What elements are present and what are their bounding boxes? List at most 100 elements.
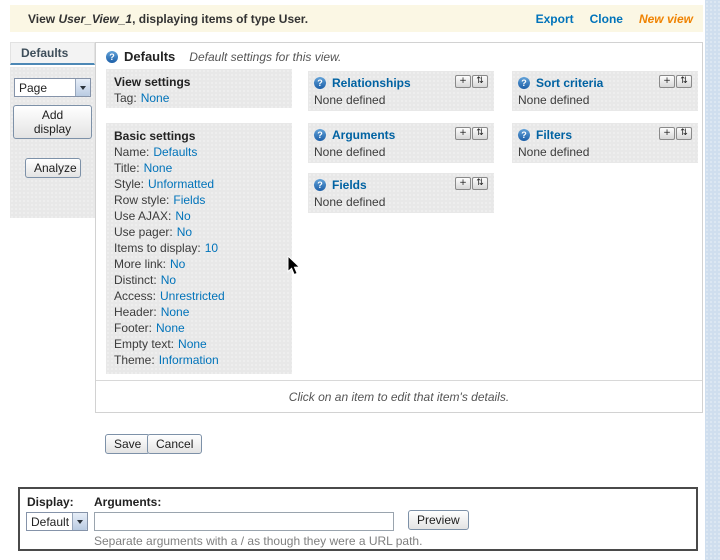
setting-value-link[interactable]: None	[141, 91, 170, 105]
setting-label: Access:	[114, 289, 157, 303]
analyze-button[interactable]: Analyze	[25, 158, 81, 178]
box-actions: + ⇅	[455, 177, 488, 190]
setting-value-link[interactable]: No	[177, 225, 192, 239]
setting-value-link[interactable]: Information	[159, 353, 219, 367]
add-sort-button[interactable]: +	[659, 75, 675, 88]
setting-value-link[interactable]: No	[161, 273, 176, 287]
rearrange-filters-button[interactable]: ⇅	[676, 127, 692, 140]
sort-criteria-title-link[interactable]: Sort criteria	[536, 76, 603, 90]
box-actions: + ⇅	[455, 75, 488, 88]
display-controls-sidebar: Page Add display Analyze	[10, 67, 95, 218]
arguments-input[interactable]	[94, 512, 394, 531]
rearrange-sorts-button[interactable]: ⇅	[676, 75, 692, 88]
panel-header: ? Defaults Default settings for this vie…	[106, 49, 341, 64]
filters-title-link[interactable]: Filters	[536, 128, 572, 142]
setting-label: Items to display:	[114, 241, 201, 255]
setting-row: Style: Unformatted	[114, 176, 284, 192]
setting-value-link[interactable]: No	[170, 257, 185, 271]
page-background-strip	[705, 0, 720, 560]
setting-row: Name: Defaults	[114, 144, 284, 160]
display-type-select-value: Page	[19, 80, 48, 95]
arguments-box: ? Arguments + ⇅ None defined	[308, 123, 494, 163]
setting-value-link[interactable]: None	[178, 337, 207, 351]
new-view-link[interactable]: New view	[639, 12, 693, 26]
view-settings-box: View settings Tag: None	[106, 69, 292, 108]
box-header: ? Filters + ⇅	[518, 127, 692, 143]
setting-label: More link:	[114, 257, 167, 271]
rearrange-arguments-button[interactable]: ⇅	[472, 127, 488, 140]
setting-row: Access: Unrestricted	[114, 288, 284, 304]
setting-label: Row style:	[114, 193, 170, 207]
clone-link[interactable]: Clone	[590, 12, 623, 26]
help-icon[interactable]: ?	[314, 179, 326, 191]
setting-value-link[interactable]: Unformatted	[148, 177, 214, 191]
display-type-select[interactable]: Page	[14, 78, 91, 97]
setting-label: Header:	[114, 305, 157, 319]
setting-value-link[interactable]: None	[161, 305, 190, 319]
dropdown-arrow-icon	[72, 513, 87, 530]
setting-value-link[interactable]: None	[144, 161, 173, 175]
setting-row: Use pager: No	[114, 224, 284, 240]
sort-criteria-box: ? Sort criteria + ⇅ None defined	[512, 71, 698, 111]
preview-button[interactable]: Preview	[408, 510, 469, 530]
help-icon[interactable]: ?	[518, 129, 530, 141]
empty-text: None defined	[518, 93, 590, 107]
display-label: Display:	[27, 495, 74, 509]
display-settings-panel: ? Defaults Default settings for this vie…	[95, 42, 703, 413]
preview-display-select-value: Defaults	[31, 514, 69, 529]
setting-value-link[interactable]: Defaults	[153, 145, 197, 159]
setting-label: Tag:	[114, 91, 137, 105]
save-button[interactable]: Save	[105, 434, 151, 454]
tab-defaults[interactable]: Defaults	[10, 42, 95, 65]
box-actions: + ⇅	[455, 127, 488, 140]
add-argument-button[interactable]: +	[455, 127, 471, 140]
box-actions: + ⇅	[659, 127, 692, 140]
fields-box: ? Fields + ⇅ None defined	[308, 173, 494, 213]
header-links: Export Clone New view	[536, 12, 693, 26]
setting-value-link[interactable]: No	[175, 209, 190, 223]
add-field-button[interactable]: +	[455, 177, 471, 190]
box-header: ? Sort criteria + ⇅	[518, 75, 692, 91]
setting-row: Empty text: None	[114, 336, 284, 352]
relationships-title-link[interactable]: Relationships	[332, 76, 411, 90]
setting-label: Use pager:	[114, 225, 173, 239]
setting-value-link[interactable]: 10	[205, 241, 218, 255]
setting-label: Style:	[114, 177, 145, 191]
help-icon[interactable]: ?	[314, 129, 326, 141]
panel-description: Default settings for this view.	[189, 49, 342, 64]
setting-row: More link: No	[114, 256, 284, 272]
rearrange-fields-button[interactable]: ⇅	[472, 177, 488, 190]
setting-label: Name:	[114, 145, 150, 159]
add-filter-button[interactable]: +	[659, 127, 675, 140]
empty-text: None defined	[314, 145, 386, 159]
help-icon[interactable]: ?	[518, 77, 530, 89]
setting-value-link[interactable]: None	[156, 321, 185, 335]
cancel-button[interactable]: Cancel	[147, 434, 203, 454]
setting-row: Use AJAX: No	[114, 208, 284, 224]
help-icon[interactable]: ?	[106, 50, 118, 63]
dropdown-arrow-icon	[75, 79, 90, 96]
export-link[interactable]: Export	[536, 12, 574, 26]
view-name: User_View_1	[58, 11, 133, 26]
setting-value-link[interactable]: Unrestricted	[160, 289, 225, 303]
help-icon[interactable]: ?	[314, 77, 326, 89]
setting-row: Theme: Information	[114, 352, 284, 368]
setting-label: Empty text:	[114, 337, 175, 351]
view-title-prefix: View	[28, 11, 59, 26]
setting-label: Theme:	[114, 353, 155, 367]
setting-label: Title:	[114, 161, 140, 175]
arguments-title-link[interactable]: Arguments	[332, 128, 395, 142]
arguments-help-text: Separate arguments with a / as though th…	[94, 534, 423, 548]
box-actions: + ⇅	[659, 75, 692, 88]
panel-footer-note: Click on an item to edit that item's det…	[96, 380, 702, 412]
fields-title-link[interactable]: Fields	[332, 178, 367, 192]
views-ui-page: View User_View_1, displaying items of ty…	[0, 0, 720, 560]
rearrange-relationships-button[interactable]: ⇅	[472, 75, 488, 88]
filters-box: ? Filters + ⇅ None defined	[512, 123, 698, 163]
setting-label: Footer:	[114, 321, 153, 335]
setting-value-link[interactable]: Fields	[173, 193, 205, 207]
add-display-button[interactable]: Add display	[13, 105, 92, 139]
add-relationship-button[interactable]: +	[455, 75, 471, 88]
setting-row: Tag: None	[114, 90, 284, 106]
preview-display-select[interactable]: Defaults	[26, 512, 88, 531]
